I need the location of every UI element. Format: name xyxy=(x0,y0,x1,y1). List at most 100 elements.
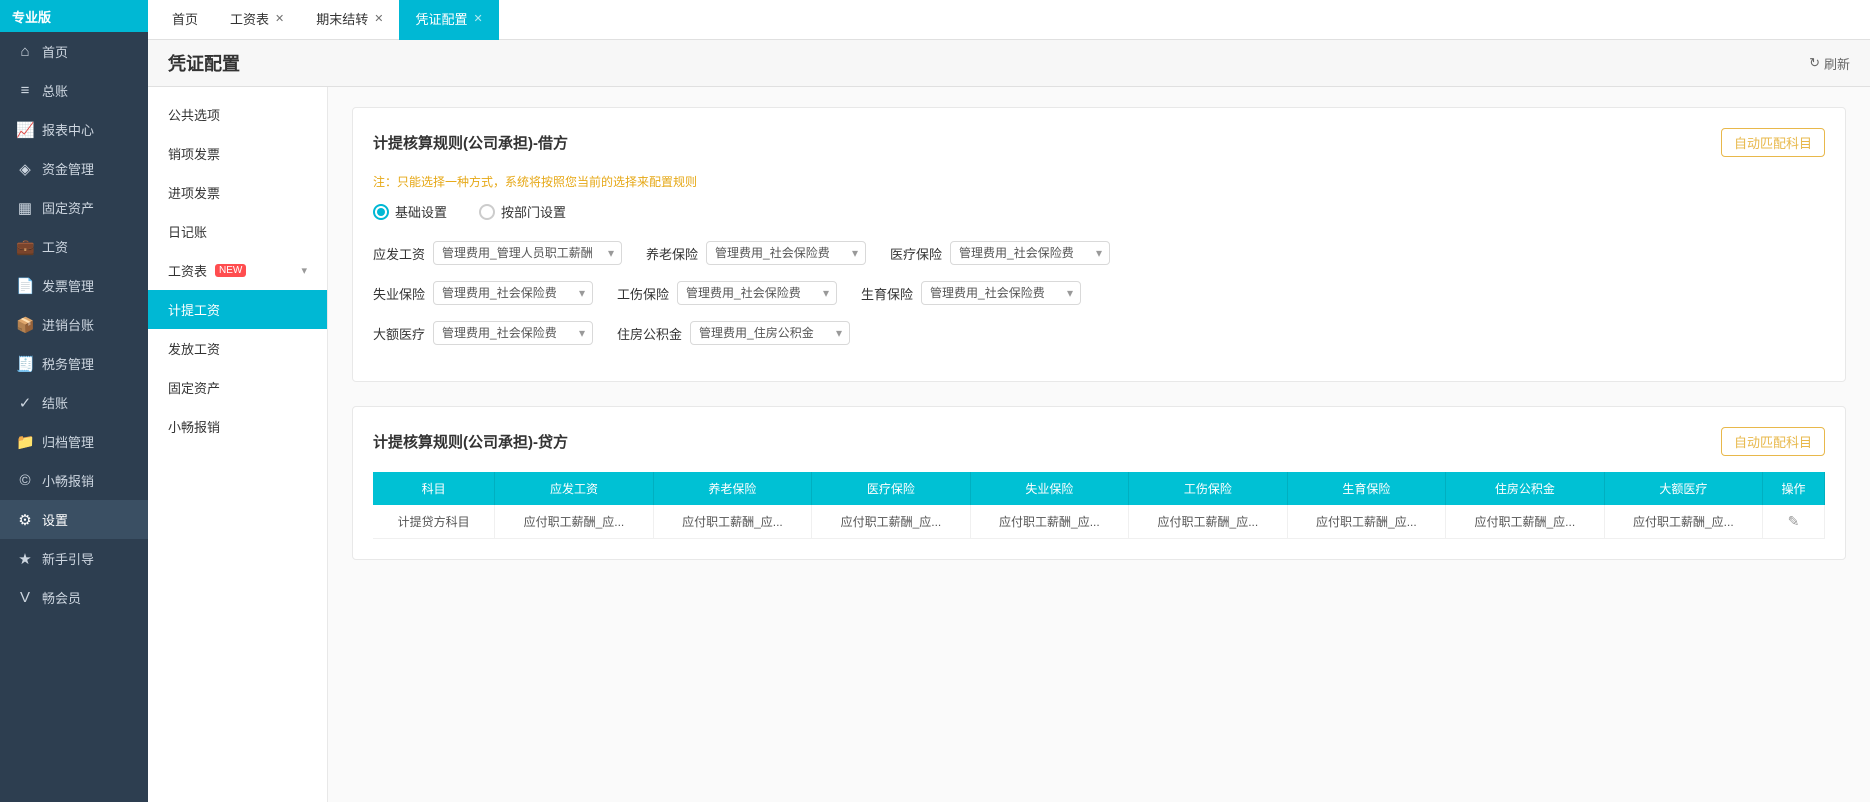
section-credit: 计提核算规则(公司承担)-贷方 自动匹配科目 科目 应发工资 养老保险 医疗保险… xyxy=(352,406,1846,560)
tab-voucher-config[interactable]: 凭证配置 ✕ xyxy=(399,0,498,40)
label-housing-fund: 住房公积金 xyxy=(617,324,682,343)
new-badge: NEW xyxy=(215,264,246,277)
tab-period-close-close[interactable]: ✕ xyxy=(374,12,383,25)
select-salary[interactable]: 管理费用_管理人员职工薪酬 xyxy=(433,241,622,265)
table-header-row: 科目 应发工资 养老保险 医疗保险 失业保险 工伤保险 生育保险 住房公积金 大… xyxy=(373,472,1825,505)
tab-salary-table-label: 工资表 xyxy=(230,9,269,28)
sidebar-item-salary[interactable]: 💼 工资 xyxy=(0,227,148,266)
left-nav-journal[interactable]: 日记账 xyxy=(148,212,327,251)
settings-icon: ⚙ xyxy=(16,511,34,529)
warning-text: 注：只能选择一种方式，系统将按照您当前的选择来配置规则 xyxy=(373,173,1825,190)
auto-match-debit-button[interactable]: 自动匹配科目 xyxy=(1721,128,1825,157)
tab-voucher-config-label: 凭证配置 xyxy=(415,9,467,28)
left-nav-salary-table[interactable]: 工资表 NEW ▾ xyxy=(148,251,327,290)
field-maternity: 生育保险 管理费用_社会保险费 xyxy=(861,281,1081,305)
td-action[interactable]: ✎ xyxy=(1763,505,1825,539)
invoices-icon: 📄 xyxy=(16,277,34,295)
radio-basic-label: 基础设置 xyxy=(395,202,447,221)
section-credit-title: 计提核算规则(公司承担)-贷方 xyxy=(373,431,568,452)
left-nav-purchase-invoice[interactable]: 进项发票 xyxy=(148,173,327,212)
select-wrapper-housing-fund: 管理费用_住房公积金 xyxy=(690,321,850,345)
tab-home[interactable]: 首页 xyxy=(156,0,214,40)
sidebar-label-home: 首页 xyxy=(42,42,68,61)
left-nav-petty-cash[interactable]: 小畅报销 xyxy=(148,407,327,446)
select-wrapper-injury: 管理费用_社会保险费 xyxy=(677,281,837,305)
th-major-medical: 大额医疗 xyxy=(1604,472,1762,505)
sidebar-item-guide[interactable]: ★ 新手引导 xyxy=(0,539,148,578)
left-nav-petty-cash-label: 小畅报销 xyxy=(168,417,220,436)
left-nav-salary-table-label: 工资表 xyxy=(168,261,207,280)
label-unemployment: 失业保险 xyxy=(373,284,425,303)
sidebar: 专业版 ⌂ 首页 ≡ 总账 📈 报表中心 ◈ 资金管理 ▦ 固定资产 💼 工资 … xyxy=(0,0,148,802)
left-nav-calc-salary[interactable]: 计提工资 xyxy=(148,290,327,329)
field-housing-fund: 住房公积金 管理费用_住房公积金 xyxy=(617,321,850,345)
sidebar-label-guide: 新手引导 xyxy=(42,549,94,568)
tab-period-close[interactable]: 期末结转 ✕ xyxy=(300,0,399,40)
select-wrapper-major-medical: 管理费用_社会保险费 xyxy=(433,321,593,345)
refresh-icon: ↻ xyxy=(1809,55,1820,71)
edit-icon[interactable]: ✎ xyxy=(1788,513,1800,529)
th-maternity: 生育保险 xyxy=(1287,472,1445,505)
select-pension[interactable]: 管理费用_社会保险费 xyxy=(706,241,866,265)
radio-dept[interactable]: 按部门设置 xyxy=(479,202,566,221)
select-maternity[interactable]: 管理费用_社会保险费 xyxy=(921,281,1081,305)
form-row-1: 应发工资 管理费用_管理人员职工薪酬 养老保险 管理费用_社会保险费 xyxy=(373,241,1825,265)
topbar: 首页 工资表 ✕ 期末结转 ✕ 凭证配置 ✕ xyxy=(148,0,1870,40)
th-salary: 应发工资 xyxy=(495,472,653,505)
sidebar-item-vip[interactable]: V 畅会员 xyxy=(0,578,148,617)
sidebar-item-tax[interactable]: 🧾 税务管理 xyxy=(0,344,148,383)
sidebar-label-ledger: 总账 xyxy=(42,81,68,100)
th-pension: 养老保险 xyxy=(653,472,811,505)
td-injury-val: 应付职工薪酬_应... xyxy=(1129,505,1287,539)
page-header: 凭证配置 ↻ 刷新 xyxy=(148,40,1870,87)
tab-voucher-config-close[interactable]: ✕ xyxy=(474,12,483,25)
tab-home-label: 首页 xyxy=(172,9,198,28)
sidebar-label-tax: 税务管理 xyxy=(42,354,94,373)
sidebar-item-ledger[interactable]: ≡ 总账 xyxy=(0,71,148,110)
left-nav-calc-salary-label: 计提工资 xyxy=(168,300,220,319)
section-debit-header: 计提核算规则(公司承担)-借方 自动匹配科目 xyxy=(373,128,1825,157)
left-nav-public[interactable]: 公共选项 xyxy=(148,95,327,134)
select-medical[interactable]: 管理费用_社会保险费 xyxy=(950,241,1110,265)
td-major-val: 应付职工薪酬_应... xyxy=(1604,505,1762,539)
salary-icon: 💼 xyxy=(16,238,34,256)
sidebar-item-settings[interactable]: ⚙ 设置 xyxy=(0,500,148,539)
left-nav-fixed-assets[interactable]: 固定资产 xyxy=(148,368,327,407)
select-injury[interactable]: 管理费用_社会保险费 xyxy=(677,281,837,305)
left-nav-pay-salary[interactable]: 发放工资 xyxy=(148,329,327,368)
tab-salary-table-close[interactable]: ✕ xyxy=(275,12,284,25)
th-subject: 科目 xyxy=(373,472,495,505)
sidebar-item-inventory[interactable]: 📦 进销台账 xyxy=(0,305,148,344)
td-salary-val: 应付职工薪酬_应... xyxy=(495,505,653,539)
sidebar-label-funds: 资金管理 xyxy=(42,159,94,178)
left-nav: 公共选项 销项发票 进项发票 日记账 工资表 NEW ▾ 计提工资 xyxy=(148,87,328,802)
sidebar-item-closing[interactable]: ✓ 结账 xyxy=(0,383,148,422)
left-nav-fixed-assets-label: 固定资产 xyxy=(168,378,220,397)
radio-basic[interactable]: 基础设置 xyxy=(373,202,447,221)
radio-dept-circle xyxy=(479,204,495,220)
sidebar-item-archive[interactable]: 📁 归档管理 xyxy=(0,422,148,461)
td-maternity-val: 应付职工薪酬_应... xyxy=(1287,505,1445,539)
td-housing-val: 应付职工薪酬_应... xyxy=(1446,505,1604,539)
select-housing-fund[interactable]: 管理费用_住房公积金 xyxy=(690,321,850,345)
sidebar-label-salary: 工资 xyxy=(42,237,68,256)
sidebar-label-assets: 固定资产 xyxy=(42,198,94,217)
sidebar-item-xiaochange[interactable]: © 小畅报销 xyxy=(0,461,148,500)
select-unemployment[interactable]: 管理费用_社会保险费 xyxy=(433,281,593,305)
tab-salary-table[interactable]: 工资表 ✕ xyxy=(214,0,300,40)
auto-match-credit-button[interactable]: 自动匹配科目 xyxy=(1721,427,1825,456)
sidebar-item-funds[interactable]: ◈ 资金管理 xyxy=(0,149,148,188)
field-salary: 应发工资 管理费用_管理人员职工薪酬 xyxy=(373,241,622,265)
sidebar-item-home[interactable]: ⌂ 首页 xyxy=(0,32,148,71)
left-nav-public-label: 公共选项 xyxy=(168,105,220,124)
sidebar-item-assets[interactable]: ▦ 固定资产 xyxy=(0,188,148,227)
th-injury: 工伤保险 xyxy=(1129,472,1287,505)
sidebar-label-closing: 结账 xyxy=(42,393,68,412)
left-nav-sales-invoice[interactable]: 销项发票 xyxy=(148,134,327,173)
sidebar-item-invoices[interactable]: 📄 发票管理 xyxy=(0,266,148,305)
sidebar-label-reports: 报表中心 xyxy=(42,120,94,139)
sidebar-item-reports[interactable]: 📈 报表中心 xyxy=(0,110,148,149)
select-major-medical[interactable]: 管理费用_社会保险费 xyxy=(433,321,593,345)
refresh-button[interactable]: ↻ 刷新 xyxy=(1809,54,1850,73)
sidebar-label-inventory: 进销台账 xyxy=(42,315,94,334)
